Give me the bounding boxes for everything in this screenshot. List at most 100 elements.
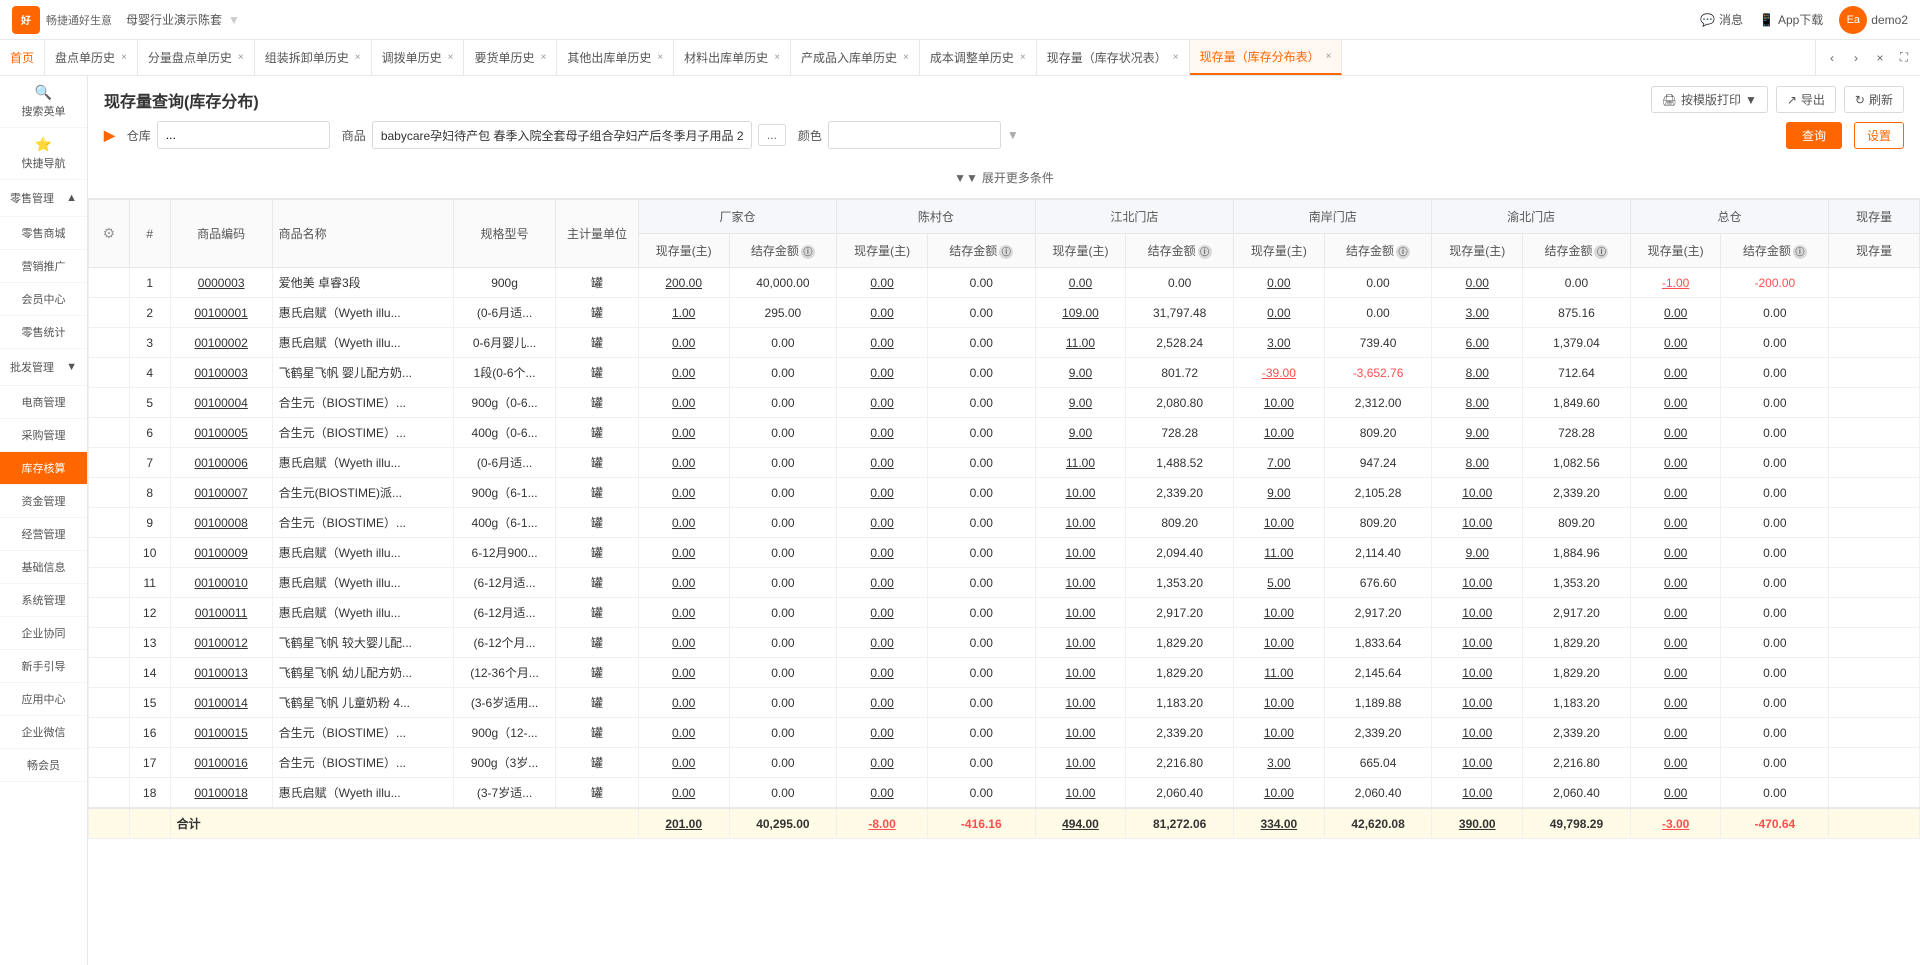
warehouse-input[interactable] <box>157 121 330 149</box>
row-jiangbei-qty[interactable]: 10.00 <box>1035 748 1126 778</box>
sidebar-item-operations[interactable]: 经营管理 <box>0 518 87 551</box>
row-nanan-qty[interactable]: 10.00 <box>1234 688 1325 718</box>
row-total-qty[interactable]: 0.00 <box>1630 388 1721 418</box>
row-code[interactable]: 00100007 <box>170 478 272 508</box>
row-jiangbei-qty[interactable]: 10.00 <box>1035 628 1126 658</box>
row-yubeimen-qty[interactable]: 10.00 <box>1432 718 1523 748</box>
row-factory-qty[interactable]: 0.00 <box>638 478 729 508</box>
app-download-btn[interactable]: 📱 App下载 <box>1759 11 1823 28</box>
row-chenlu-qty[interactable]: 0.00 <box>837 298 928 328</box>
row-chenlu-qty[interactable]: 0.00 <box>837 448 928 478</box>
row-checkbox[interactable] <box>89 418 130 448</box>
row-factory-qty[interactable]: 0.00 <box>638 778 729 809</box>
row-code[interactable]: 00100010 <box>170 568 272 598</box>
row-code[interactable]: 00100012 <box>170 628 272 658</box>
row-jiangbei-qty[interactable]: 10.00 <box>1035 598 1126 628</box>
row-nanan-qty[interactable]: -39.00 <box>1234 358 1325 388</box>
tab-other-out[interactable]: 其他出库单历史 × <box>557 40 674 75</box>
chenlu-amt-info[interactable]: ⓘ <box>999 245 1013 259</box>
row-checkbox[interactable] <box>89 508 130 538</box>
color-dropdown-icon[interactable]: ▼ <box>1007 128 1019 142</box>
row-factory-qty[interactable]: 0.00 <box>638 418 729 448</box>
close-tab-status[interactable]: × <box>1173 52 1179 63</box>
row-factory-qty[interactable]: 0.00 <box>638 448 729 478</box>
row-checkbox[interactable] <box>89 358 130 388</box>
row-chenlu-qty[interactable]: 0.00 <box>837 598 928 628</box>
row-yubeimen-qty[interactable]: 10.00 <box>1432 778 1523 809</box>
row-total-qty[interactable]: 0.00 <box>1630 748 1721 778</box>
row-nanan-qty[interactable]: 7.00 <box>1234 448 1325 478</box>
row-code[interactable]: 00100013 <box>170 658 272 688</box>
sidebar-item-guide[interactable]: 新手引导 <box>0 650 87 683</box>
row-code[interactable]: 00100009 <box>170 538 272 568</box>
row-yubeimen-qty[interactable]: 10.00 <box>1432 508 1523 538</box>
close-tab-other-out[interactable]: × <box>657 52 663 63</box>
row-total-qty[interactable]: 0.00 <box>1630 328 1721 358</box>
row-factory-qty[interactable]: 0.00 <box>638 628 729 658</box>
row-yubeimen-qty[interactable]: 8.00 <box>1432 358 1523 388</box>
row-nanan-qty[interactable]: 10.00 <box>1234 598 1325 628</box>
row-nanan-qty[interactable]: 11.00 <box>1234 658 1325 688</box>
sidebar-item-shortcut[interactable]: ⭐ 快捷导航 <box>0 128 87 180</box>
row-checkbox[interactable] <box>89 328 130 358</box>
row-code[interactable]: 00100005 <box>170 418 272 448</box>
row-jiangbei-qty[interactable]: 10.00 <box>1035 508 1126 538</box>
row-factory-qty[interactable]: 1.00 <box>638 298 729 328</box>
row-yubeimen-qty[interactable]: 6.00 <box>1432 328 1523 358</box>
row-checkbox[interactable] <box>89 478 130 508</box>
row-nanan-qty[interactable]: 0.00 <box>1234 298 1325 328</box>
export-btn[interactable]: ↗ 导出 <box>1776 86 1836 113</box>
row-total-qty[interactable]: 0.00 <box>1630 598 1721 628</box>
row-checkbox[interactable] <box>89 568 130 598</box>
row-chenlu-qty[interactable]: 0.00 <box>837 538 928 568</box>
row-checkbox[interactable] <box>89 628 130 658</box>
close-tab-order[interactable]: × <box>540 52 546 63</box>
row-nanan-qty[interactable]: 3.00 <box>1234 328 1325 358</box>
row-code[interactable]: 00100006 <box>170 448 272 478</box>
row-chenlu-qty[interactable]: 0.00 <box>837 748 928 778</box>
close-tab-cost-adjust[interactable]: × <box>1020 52 1026 63</box>
row-jiangbei-qty[interactable]: 11.00 <box>1035 328 1126 358</box>
row-chenlu-qty[interactable]: 0.00 <box>837 778 928 809</box>
row-jiangbei-qty[interactable]: 11.00 <box>1035 448 1126 478</box>
yubeimen-amt-info[interactable]: ⓘ <box>1594 245 1608 259</box>
row-factory-qty[interactable]: 0.00 <box>638 538 729 568</box>
sidebar-item-ecommerce[interactable]: 电商管理 <box>0 386 87 419</box>
row-chenlu-qty[interactable]: 0.00 <box>837 358 928 388</box>
nav-next-btn[interactable]: › <box>1844 46 1868 70</box>
product-dots-btn[interactable]: ... <box>758 124 786 146</box>
row-nanan-qty[interactable]: 10.00 <box>1234 718 1325 748</box>
gear-icon[interactable]: ⚙ <box>99 224 119 244</box>
row-factory-qty[interactable]: 0.00 <box>638 658 729 688</box>
jiangbei-amt-info[interactable]: ⓘ <box>1198 245 1212 259</box>
row-nanan-qty[interactable]: 9.00 <box>1234 478 1325 508</box>
sidebar-item-search[interactable]: 🔍 搜索英单 <box>0 76 87 128</box>
row-code[interactable]: 00100011 <box>170 598 272 628</box>
sidebar-item-retail-shop[interactable]: 零售商城 <box>0 217 87 250</box>
tab-combo[interactable]: 组装拆卸单历史 × <box>255 40 372 75</box>
row-code[interactable]: 0000003 <box>170 268 272 298</box>
row-chenlu-qty[interactable]: 0.00 <box>837 388 928 418</box>
row-checkbox[interactable] <box>89 388 130 418</box>
row-nanan-qty[interactable]: 10.00 <box>1234 508 1325 538</box>
row-yubeimen-qty[interactable]: 8.00 <box>1432 448 1523 478</box>
row-chenlu-qty[interactable]: 0.00 <box>837 508 928 538</box>
row-total-qty[interactable]: 0.00 <box>1630 538 1721 568</box>
row-yubeimen-qty[interactable]: 10.00 <box>1432 658 1523 688</box>
sidebar-item-retail-mgmt[interactable]: 零售管理 ▲ <box>0 180 87 217</box>
row-factory-qty[interactable]: 0.00 <box>638 748 729 778</box>
close-tab-transfer[interactable]: × <box>448 52 454 63</box>
row-factory-qty[interactable]: 0.00 <box>638 358 729 388</box>
row-chenlu-qty[interactable]: 0.00 <box>837 658 928 688</box>
user-menu[interactable]: Ea demo2 <box>1839 6 1908 34</box>
row-total-qty[interactable]: 0.00 <box>1630 478 1721 508</box>
product-input[interactable] <box>372 121 752 149</box>
row-jiangbei-qty[interactable]: 109.00 <box>1035 298 1126 328</box>
sidebar-item-wechat[interactable]: 企业微信 <box>0 716 87 749</box>
sidebar-item-marketing[interactable]: 营销推广 <box>0 250 87 283</box>
row-yubeimen-qty[interactable]: 10.00 <box>1432 598 1523 628</box>
row-factory-qty[interactable]: 0.00 <box>638 388 729 418</box>
row-total-qty[interactable]: 0.00 <box>1630 448 1721 478</box>
row-chenlu-qty[interactable]: 0.00 <box>837 418 928 448</box>
nanan-amt-info[interactable]: ⓘ <box>1396 245 1410 259</box>
